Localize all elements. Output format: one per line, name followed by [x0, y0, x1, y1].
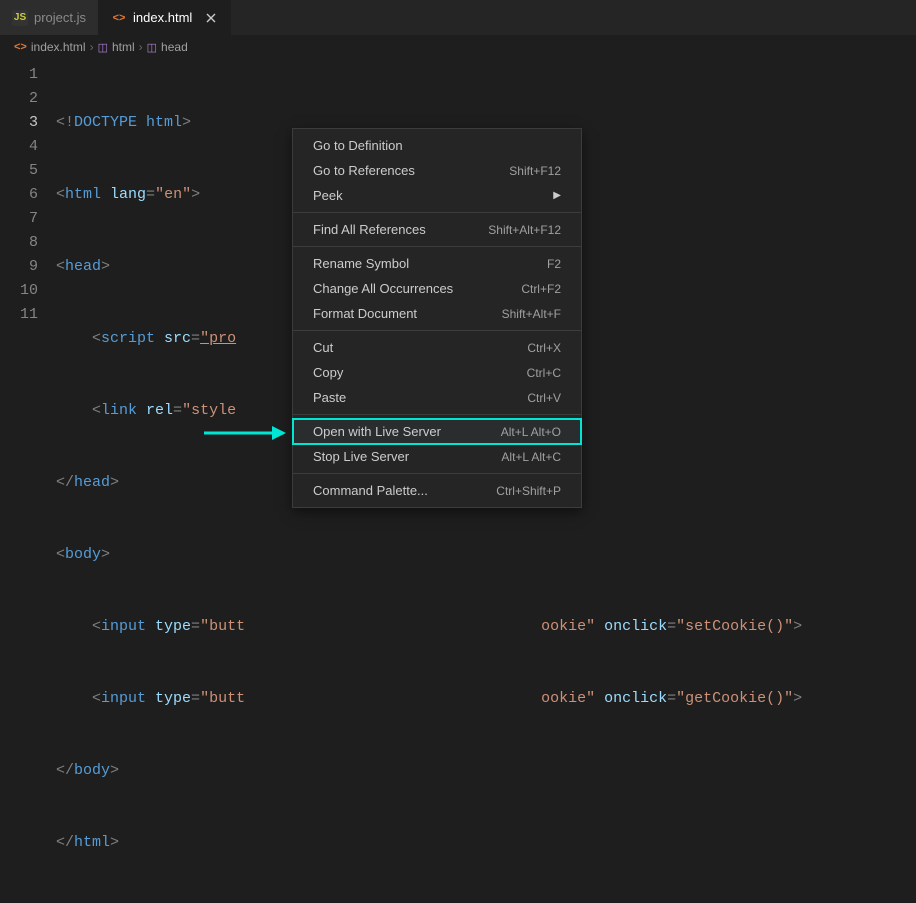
tab-bar: JS project.js <> index.html [0, 0, 916, 35]
line-gutter: 1 2 3 4 5 6 7 8 9 10 11 [0, 63, 56, 903]
tab-index-html[interactable]: <> index.html [99, 0, 231, 35]
menu-go-to-definition[interactable]: Go to Definition [293, 133, 581, 158]
chevron-right-icon: › [139, 40, 143, 54]
symbol-icon: ◫ [147, 41, 157, 54]
menu-command-palette[interactable]: Command Palette...Ctrl+Shift+P [293, 478, 581, 503]
menu-separator [293, 212, 581, 213]
breadcrumb[interactable]: <> index.html › ◫ html › ◫ head [0, 35, 916, 59]
menu-paste[interactable]: PasteCtrl+V [293, 385, 581, 410]
context-menu: Go to Definition Go to ReferencesShift+F… [292, 128, 582, 508]
close-icon[interactable] [204, 11, 218, 25]
menu-change-all-occurrences[interactable]: Change All OccurrencesCtrl+F2 [293, 276, 581, 301]
tab-label: project.js [34, 10, 86, 25]
menu-go-to-references[interactable]: Go to ReferencesShift+F12 [293, 158, 581, 183]
symbol-icon: ◫ [98, 41, 108, 54]
menu-open-with-live-server[interactable]: Open with Live ServerAlt+L Alt+O [293, 419, 581, 444]
menu-separator [293, 473, 581, 474]
js-file-icon: JS [12, 10, 28, 26]
menu-format-document[interactable]: Format DocumentShift+Alt+F [293, 301, 581, 326]
menu-separator [293, 330, 581, 331]
html-file-icon: <> [14, 41, 27, 53]
crumb-html[interactable]: ◫ html [98, 40, 135, 54]
chevron-right-icon: › [90, 40, 94, 54]
menu-separator [293, 414, 581, 415]
tab-label: index.html [133, 10, 192, 25]
menu-rename-symbol[interactable]: Rename SymbolF2 [293, 251, 581, 276]
menu-find-all-references[interactable]: Find All ReferencesShift+Alt+F12 [293, 217, 581, 242]
crumb-head[interactable]: ◫ head [147, 40, 188, 54]
menu-separator [293, 246, 581, 247]
crumb-file[interactable]: <> index.html [14, 40, 86, 54]
menu-cut[interactable]: CutCtrl+X [293, 335, 581, 360]
menu-peek[interactable]: Peek▶ [293, 183, 581, 208]
menu-copy[interactable]: CopyCtrl+C [293, 360, 581, 385]
chevron-right-icon: ▶ [553, 190, 561, 201]
tab-project-js[interactable]: JS project.js [0, 0, 99, 35]
html-file-icon: <> [111, 10, 127, 26]
menu-stop-live-server[interactable]: Stop Live ServerAlt+L Alt+C [293, 444, 581, 469]
